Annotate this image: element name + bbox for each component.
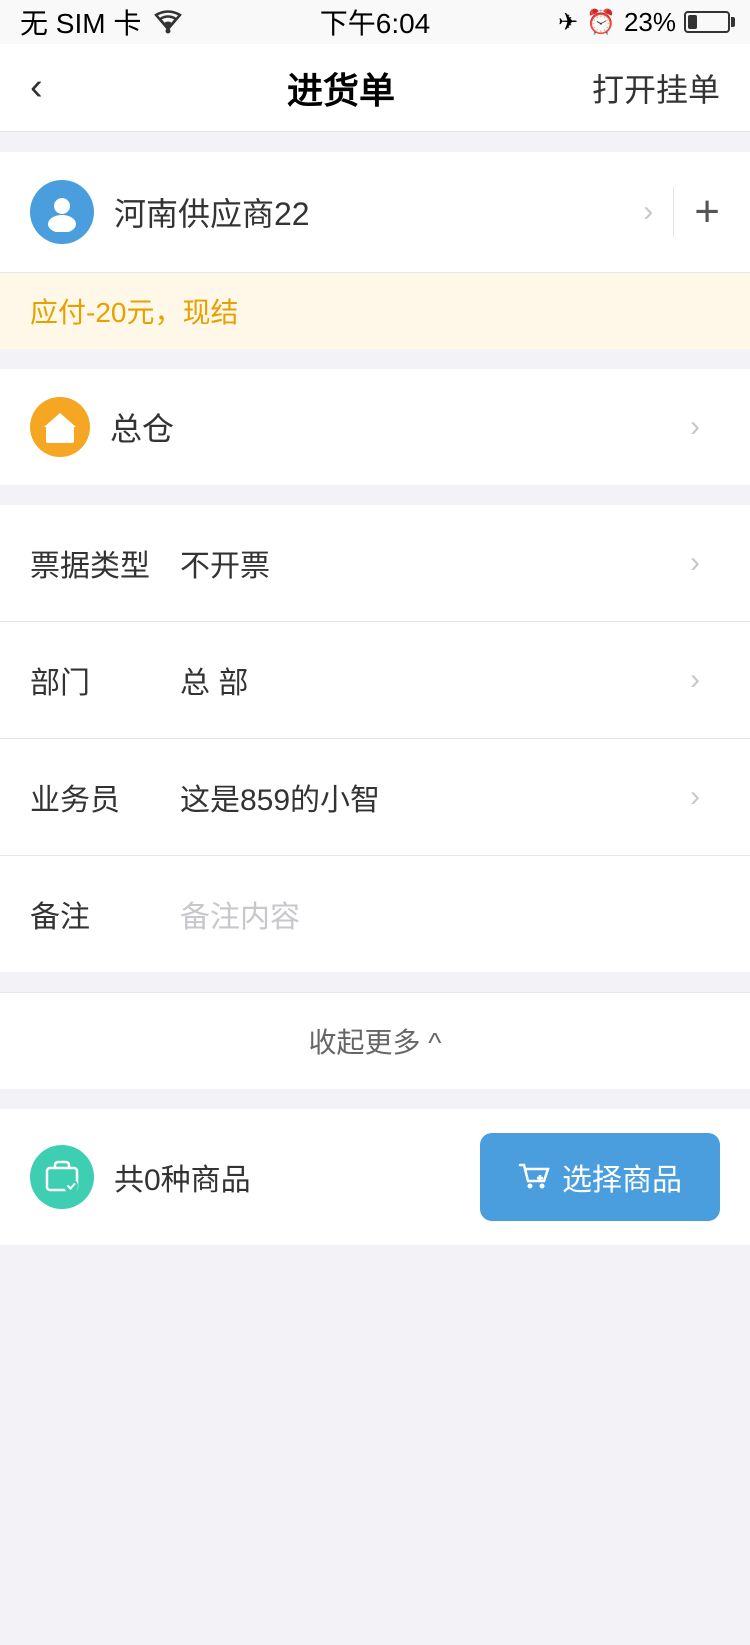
supplier-card: 河南供应商22 › + 应付-20元，现结	[0, 152, 750, 349]
remark-label: 备注	[30, 892, 150, 936]
add-supplier-button[interactable]: +	[694, 190, 720, 234]
invoice-type-chevron-icon: ›	[690, 546, 700, 580]
nav-bar: ‹ 进货单 打开挂单	[0, 44, 750, 132]
invoice-type-value: 不开票	[150, 541, 690, 585]
invoice-type-label: 票据类型	[30, 541, 150, 585]
status-left: 无 SIM 卡	[20, 2, 185, 42]
salesperson-label: 业务员	[30, 775, 150, 819]
remark-input[interactable]: 备注内容	[150, 892, 720, 936]
select-product-label: 选择商品	[562, 1155, 682, 1199]
product-count: 共0种商品	[114, 1155, 480, 1199]
supplier-chevron-icon: ›	[643, 195, 653, 229]
department-label: 部门	[30, 658, 150, 702]
product-icon	[30, 1145, 94, 1209]
supplier-name: 河南供应商22	[114, 189, 643, 235]
department-value: 总 部	[150, 658, 690, 702]
select-product-button[interactable]: 选择商品	[480, 1133, 720, 1221]
form-section: 票据类型 不开票 › 部门 总 部 › 业务员 这是859的小智 › 备注 备注…	[0, 505, 750, 972]
collapse-button[interactable]: 收起更多 ^	[0, 992, 750, 1089]
status-bar: 无 SIM 卡 下午6:04 ✈ ⏰ 23%	[0, 0, 750, 44]
department-row[interactable]: 部门 总 部 ›	[0, 622, 750, 739]
battery-icon	[684, 11, 730, 33]
remark-row[interactable]: 备注 备注内容	[0, 856, 750, 972]
status-right: ✈ ⏰ 23%	[558, 7, 730, 38]
back-button[interactable]: ‹	[30, 66, 90, 109]
cart-icon	[518, 1161, 550, 1193]
warehouse-card: 总仓 ›	[0, 369, 750, 485]
supplier-avatar	[30, 180, 94, 244]
product-bar: 共0种商品 选择商品	[0, 1109, 750, 1245]
department-chevron-icon: ›	[690, 663, 700, 697]
notice-text: 应付-20元，现结	[30, 297, 238, 328]
warehouse-row[interactable]: 总仓 ›	[0, 369, 750, 485]
warehouse-icon	[30, 397, 90, 457]
status-time: 下午6:04	[320, 2, 431, 42]
wifi-icon	[151, 9, 185, 35]
salesperson-value: 这是859的小智	[150, 775, 690, 819]
invoice-type-row[interactable]: 票据类型 不开票 ›	[0, 505, 750, 622]
battery-percent: 23%	[624, 7, 676, 38]
warehouse-name: 总仓	[110, 404, 690, 450]
location-icon: ✈	[558, 8, 578, 37]
page-title: 进货单	[287, 62, 395, 114]
warehouse-chevron-icon: ›	[690, 410, 700, 444]
open-pending-button[interactable]: 打开挂单	[592, 65, 720, 111]
divider	[673, 187, 674, 237]
notice-bar: 应付-20元，现结	[0, 273, 750, 349]
page-background	[0, 1245, 750, 1645]
collapse-label: 收起更多 ^	[309, 1027, 442, 1058]
carrier-label: 无 SIM 卡	[20, 2, 141, 42]
salesperson-chevron-icon: ›	[690, 780, 700, 814]
salesperson-row[interactable]: 业务员 这是859的小智 ›	[0, 739, 750, 856]
supplier-row[interactable]: 河南供应商22 › +	[0, 152, 750, 273]
alarm-icon: ⏰	[586, 8, 616, 37]
